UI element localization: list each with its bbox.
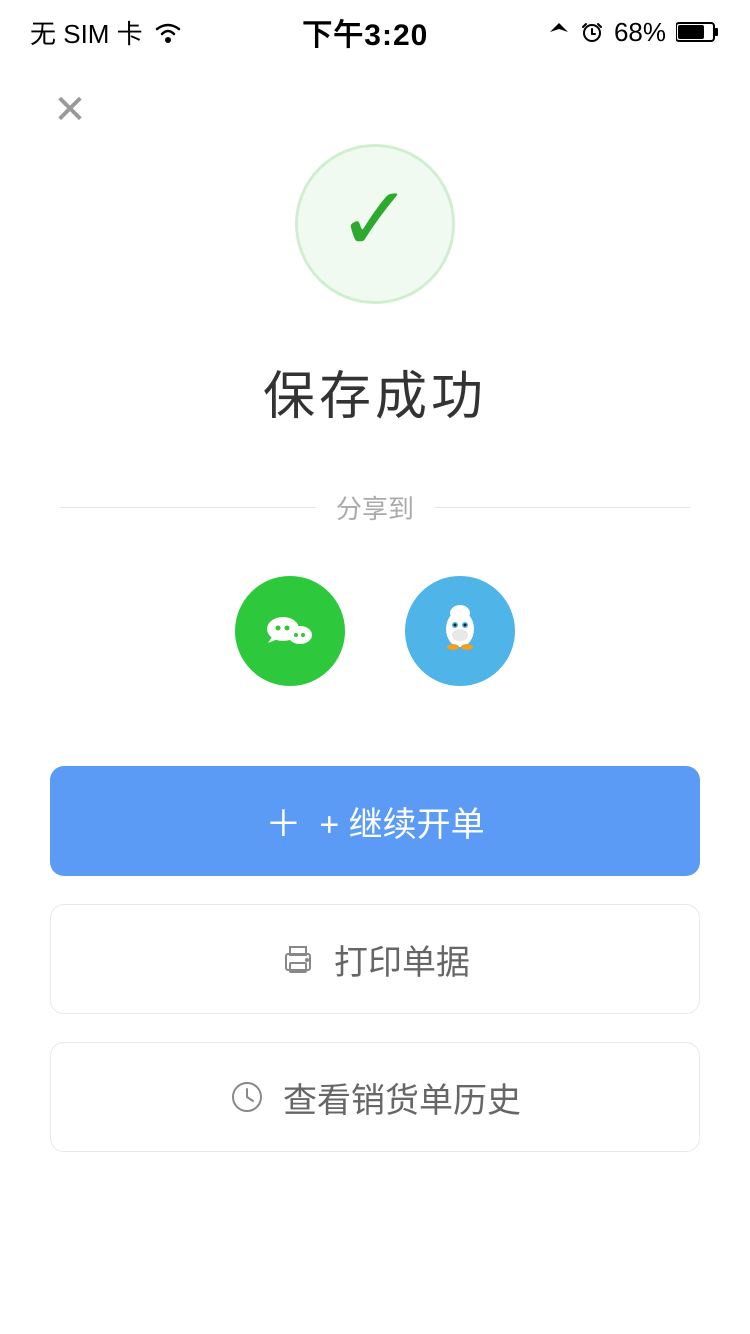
divider-left [60, 507, 316, 508]
close-button[interactable]: ✕ [40, 80, 100, 140]
print-label: 打印单据 [334, 935, 470, 984]
status-bar: 无 SIM 卡 下午3:20 68% [0, 0, 750, 64]
continue-label: + 继续开单 [319, 797, 484, 846]
alarm-icon [580, 20, 604, 44]
history-label: 查看销货单历史 [283, 1073, 521, 1122]
print-button[interactable]: 打印单据 [50, 904, 700, 1014]
wechat-share-button[interactable] [235, 576, 345, 686]
status-right: 68% [548, 17, 720, 48]
clock-icon [229, 1079, 265, 1115]
qq-icon [428, 599, 492, 663]
qq-share-button[interactable] [405, 576, 515, 686]
close-icon: ✕ [53, 90, 87, 130]
continue-button[interactable]: ＋ + 继续开单 [50, 766, 700, 876]
share-label: 分享到 [316, 489, 434, 526]
battery-icon [676, 21, 720, 43]
status-time: 下午3:20 [302, 10, 428, 54]
no-sim-text: 无 SIM 卡 [30, 14, 143, 51]
success-circle: ✓ [295, 144, 455, 304]
success-title: 保存成功 [263, 354, 487, 429]
plus-icon: ＋ [265, 795, 301, 847]
wechat-icon [258, 599, 322, 663]
main-content: ✓ 保存成功 分享到 [0, 64, 750, 1152]
battery-text: 68% [614, 17, 666, 48]
wifi-icon [153, 21, 183, 43]
printer-icon [280, 941, 316, 977]
checkmark-icon: ✓ [337, 175, 412, 265]
share-icons [235, 576, 515, 686]
share-divider: 分享到 [0, 489, 750, 526]
history-button[interactable]: 查看销货单历史 [50, 1042, 700, 1152]
divider-right [434, 507, 690, 508]
status-left: 无 SIM 卡 [30, 14, 183, 51]
location-icon [548, 21, 570, 43]
actions: ＋ + 继续开单 打印单据 [0, 766, 750, 1152]
